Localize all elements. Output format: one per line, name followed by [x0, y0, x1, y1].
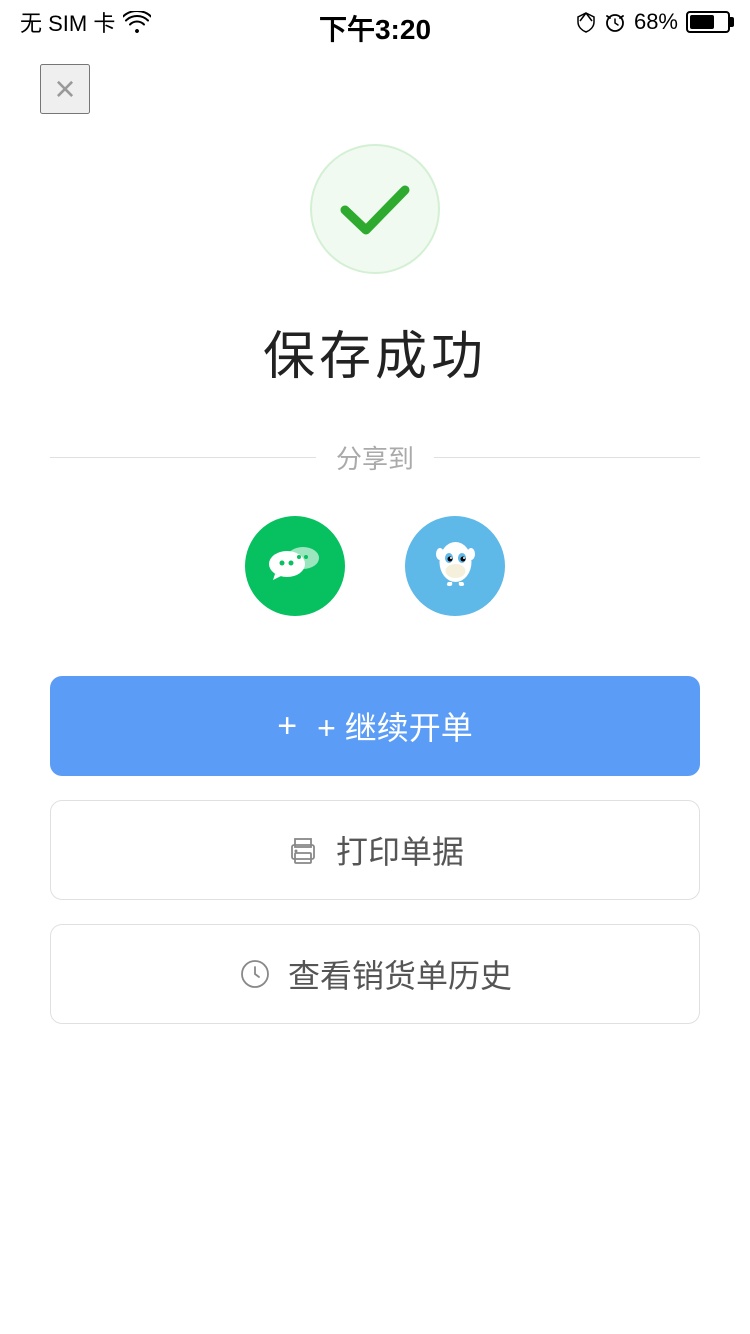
share-section: 分享到: [50, 439, 700, 616]
share-label: 分享到: [336, 439, 414, 476]
battery-icon: [686, 11, 730, 33]
qq-icon: [428, 536, 483, 596]
qq-share-button[interactable]: [405, 516, 505, 616]
print-button[interactable]: 打印单据: [50, 800, 700, 900]
continue-plus-icon: +: [277, 707, 297, 746]
divider-right: [434, 457, 700, 458]
share-icons-row: [245, 516, 505, 616]
success-title: 保存成功: [263, 314, 487, 389]
history-icon: [238, 957, 272, 991]
wifi-icon: [123, 11, 151, 33]
alarm-icon: [604, 11, 626, 33]
close-icon: ×: [54, 71, 75, 107]
history-label: 查看销货单历史: [288, 951, 512, 997]
location-icon: [576, 11, 596, 33]
printer-icon: [286, 833, 320, 867]
wechat-share-button[interactable]: [245, 516, 345, 616]
page-content: × 保存成功 分享到: [0, 44, 750, 1334]
status-bar: 无 SIM 卡 下午3:20 68%: [0, 0, 750, 44]
divider-left: [50, 457, 316, 458]
status-left: 无 SIM 卡: [20, 6, 151, 38]
actions-section: + + 继续开单 打印单据 查看销货单历史: [50, 676, 700, 1024]
print-label: 打印单据: [336, 827, 464, 873]
status-time: 下午3:20: [319, 8, 431, 48]
success-icon-circle: [310, 144, 440, 274]
sim-text: 无 SIM 卡: [20, 6, 115, 38]
battery-percent: 68%: [634, 9, 678, 35]
share-divider-row: 分享到: [50, 439, 700, 476]
wechat-icon: [265, 536, 325, 596]
status-right: 68%: [576, 9, 730, 35]
continue-button[interactable]: + + 继续开单: [50, 676, 700, 776]
checkmark-icon: [340, 182, 410, 237]
continue-label: + 继续开单: [317, 703, 473, 749]
close-button[interactable]: ×: [40, 64, 90, 114]
history-button[interactable]: 查看销货单历史: [50, 924, 700, 1024]
